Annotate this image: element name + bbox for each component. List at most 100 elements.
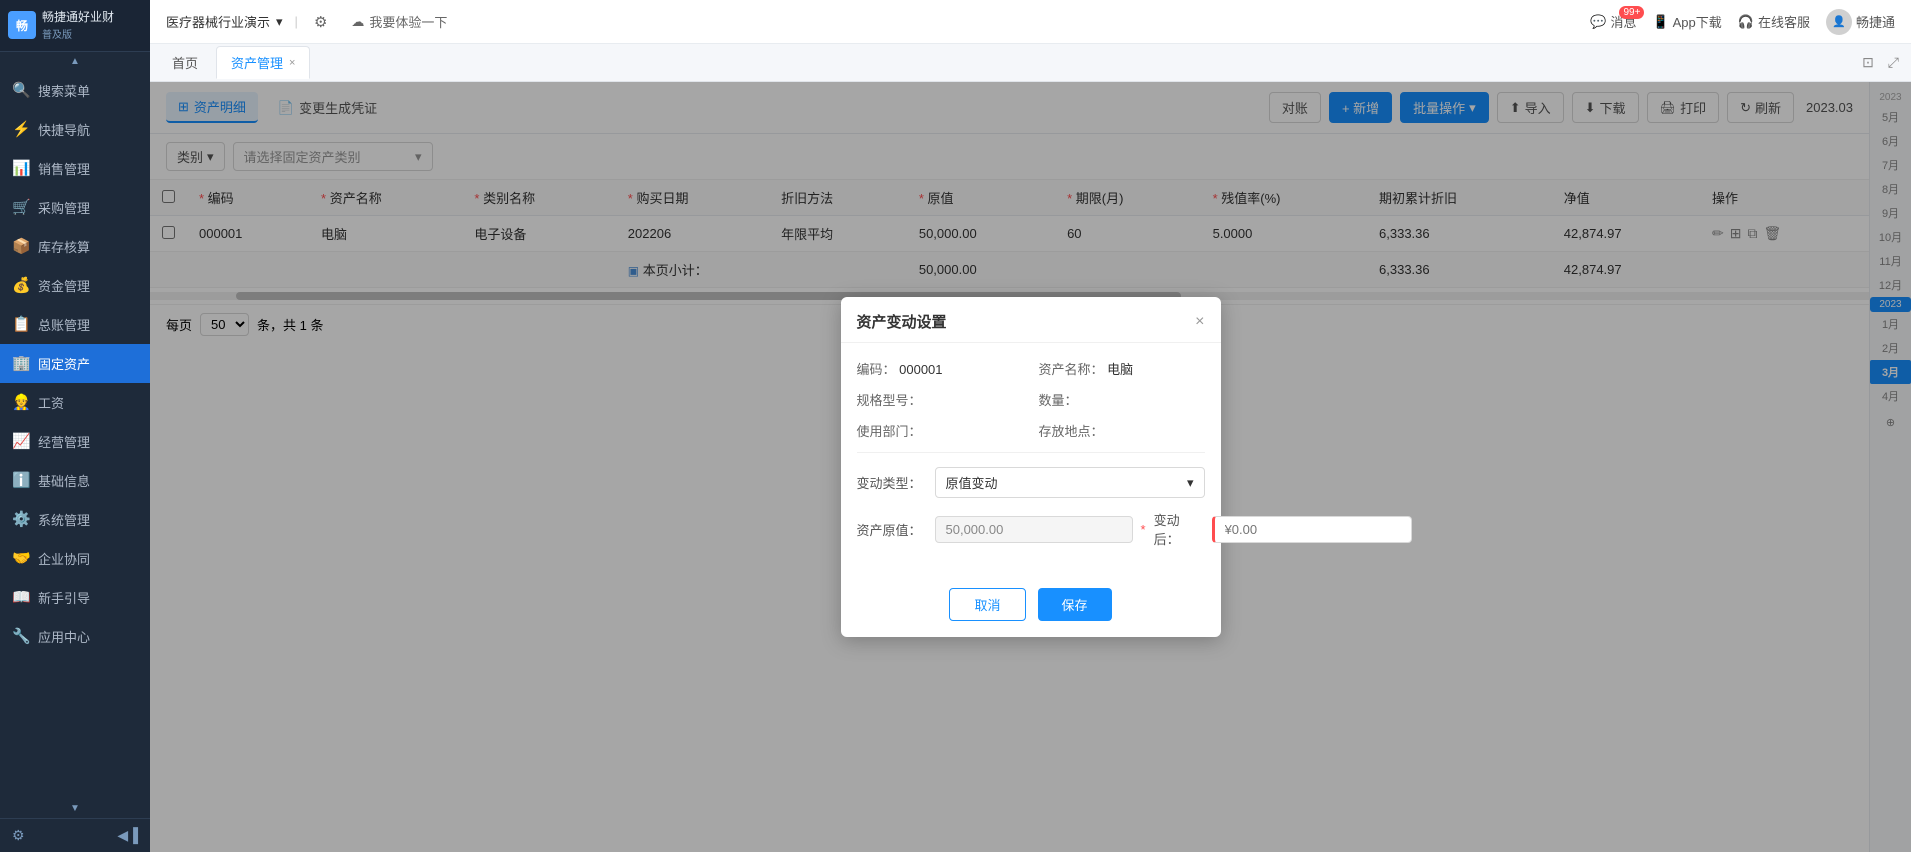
sidebar-item-label: 工资 xyxy=(38,393,64,412)
app-center-icon: 🔧 xyxy=(12,627,30,645)
feedback-btn[interactable]: ☁ 我要体验一下 xyxy=(351,12,447,31)
sidebar-item-quick-nav[interactable]: ⚡ 快捷导航 xyxy=(0,110,150,149)
finance-icon: 💰 xyxy=(12,276,30,294)
topbar-separator: | xyxy=(295,14,298,29)
sidebar-item-sales[interactable]: 📊 销售管理 xyxy=(0,149,150,188)
sidebar-item-finance[interactable]: 💰 资金管理 xyxy=(0,266,150,305)
dialog-info-row1: 编码： 000001 资产名称： 电脑 xyxy=(857,359,1205,378)
sidebar-item-system[interactable]: ⚙️ 系统管理 xyxy=(0,500,150,539)
ledger-icon: 📋 xyxy=(12,315,30,333)
dialog-header: 资产变动设置 × xyxy=(841,297,1221,343)
username: 畅捷通 xyxy=(1856,12,1895,31)
sidebar-nav: 🔍 搜索菜单 ⚡ 快捷导航 📊 销售管理 🛒 采购管理 📦 库存核算 💰 资金管… xyxy=(0,71,150,799)
sidebar-item-fixed-assets[interactable]: 🏢 固定资产 xyxy=(0,344,150,383)
sidebar-scroll-up[interactable]: ▲ xyxy=(0,52,150,71)
sidebar-item-label: 系统管理 xyxy=(38,510,90,529)
sidebar-item-guide[interactable]: 📖 新手引导 xyxy=(0,578,150,617)
sidebar-item-label: 库存核算 xyxy=(38,237,90,256)
sidebar-item-app-center[interactable]: 🔧 应用中心 xyxy=(0,617,150,656)
dialog-required-mark: * xyxy=(1141,522,1146,537)
dialog-location-field: 存放地点： xyxy=(1039,421,1205,440)
tabbar-expand-icon[interactable]: ⤢ xyxy=(1884,50,1903,75)
tabbar-right: ⊡ ⤢ xyxy=(1858,50,1903,75)
save-button[interactable]: 保存 xyxy=(1038,588,1112,621)
dialog-after-change-input[interactable] xyxy=(1212,516,1412,543)
sidebar-item-purchase[interactable]: 🛒 采购管理 xyxy=(0,188,150,227)
collapse-icon[interactable]: ◀▐ xyxy=(117,827,138,844)
sidebar-item-label: 快捷导航 xyxy=(38,120,90,139)
purchase-icon: 🛒 xyxy=(12,198,30,216)
tabbar-window-icon[interactable]: ⊡ xyxy=(1858,50,1878,75)
cancel-button[interactable]: 取消 xyxy=(949,588,1025,621)
sidebar-scroll-down[interactable]: ▼ xyxy=(0,799,150,818)
dialog-original-value-label: 资产原值： xyxy=(857,520,927,539)
sidebar-item-basic-info[interactable]: ℹ️ 基础信息 xyxy=(0,461,150,500)
tab-close-icon[interactable]: × xyxy=(289,57,295,69)
service-label: 在线客服 xyxy=(1758,12,1810,31)
tab-home-label: 首页 xyxy=(172,53,198,72)
collab-icon: 🤝 xyxy=(12,549,30,567)
sidebar-item-ledger[interactable]: 📋 总账管理 xyxy=(0,305,150,344)
dialog-original-value-input[interactable] xyxy=(935,516,1133,543)
dialog-divider xyxy=(857,452,1205,453)
sidebar-item-search[interactable]: 🔍 搜索菜单 xyxy=(0,71,150,110)
avatar: 👤 xyxy=(1826,9,1852,35)
sales-icon: 📊 xyxy=(12,159,30,177)
sidebar-header: 畅 畅捷通好业财 普及版 xyxy=(0,0,150,52)
sidebar-item-label: 搜索菜单 xyxy=(38,81,90,100)
guide-icon: 📖 xyxy=(12,588,30,606)
dialog-body: 编码： 000001 资产名称： 电脑 规格型号： xyxy=(841,343,1221,576)
app-download-label: App下载 xyxy=(1673,12,1722,31)
dialog-spec-label: 规格型号： xyxy=(857,393,922,408)
sidebar-item-label: 资金管理 xyxy=(38,276,90,295)
dialog-change-type-row: 变动类型： 原值变动 ▾ xyxy=(857,467,1205,498)
dialog-value-row: 资产原值： * 变动后： xyxy=(857,510,1205,548)
sidebar-item-collab[interactable]: 🤝 企业协同 xyxy=(0,539,150,578)
dialog-after-change-label: 变动后： xyxy=(1154,510,1204,548)
service-icon: 🎧 xyxy=(1738,14,1754,30)
company-name: 医疗器械行业演示 xyxy=(166,12,270,31)
settings-bottom-icon[interactable]: ⚙ xyxy=(12,827,25,844)
user-menu[interactable]: 👤 畅捷通 xyxy=(1826,9,1895,35)
app-download-btn[interactable]: 📱 App下载 xyxy=(1652,12,1721,31)
tab-asset-management[interactable]: 资产管理 × xyxy=(216,46,310,79)
settings-icon[interactable]: ⚙ xyxy=(314,13,327,31)
content-area: ⊞ 资产明细 📄 变更生成凭证 对账 + 新增 xyxy=(150,82,1911,852)
message-icon: 💬 xyxy=(1590,14,1606,30)
dialog-info-row3: 使用部门： 存放地点： xyxy=(857,421,1205,440)
dialog-asset-name-label: 资产名称： xyxy=(1039,362,1104,377)
dialog-quantity-label: 数量： xyxy=(1039,393,1078,408)
sidebar-item-payroll[interactable]: 👷 工资 xyxy=(0,383,150,422)
sidebar-item-operations[interactable]: 📈 经营管理 xyxy=(0,422,150,461)
dialog-close-button[interactable]: × xyxy=(1195,313,1204,331)
dialog-change-type-label: 变动类型： xyxy=(857,473,927,492)
dialog-code-value: 000001 xyxy=(899,362,942,377)
fixed-assets-icon: 🏢 xyxy=(12,354,30,372)
tab-home[interactable]: 首页 xyxy=(158,47,212,78)
company-dropdown-icon: ▾ xyxy=(276,14,283,30)
dialog-quantity-field: 数量： xyxy=(1039,390,1205,409)
sidebar-item-label: 采购管理 xyxy=(38,198,90,217)
dialog-title: 资产变动设置 xyxy=(857,311,947,332)
dialog-change-type-select[interactable]: 原值变动 ▾ xyxy=(935,467,1205,498)
modal-overlay: 资产变动设置 × 编码： 000001 资产名称： 电脑 xyxy=(150,82,1911,852)
sidebar-bottom: ⚙ ◀▐ xyxy=(0,818,150,852)
app-download-icon: 📱 xyxy=(1652,14,1668,30)
app-logo-icon: 畅 xyxy=(8,11,36,39)
tabbar: 首页 资产管理 × ⊡ ⤢ xyxy=(150,44,1911,82)
dialog-footer: 取消 保存 xyxy=(841,576,1221,637)
basic-info-icon: ℹ️ xyxy=(12,471,30,489)
sidebar: 畅 畅捷通好业财 普及版 ▲ 🔍 搜索菜单 ⚡ 快捷导航 📊 销售管理 🛒 采购… xyxy=(0,0,150,852)
sidebar-item-label: 企业协同 xyxy=(38,549,90,568)
message-badge: 99+ xyxy=(1619,6,1644,19)
dialog-dept-field: 使用部门： xyxy=(857,421,1023,440)
message-btn[interactable]: 💬 消息 99+ xyxy=(1590,12,1636,31)
dialog-location-label: 存放地点： xyxy=(1039,424,1104,439)
company-selector[interactable]: 医疗器械行业演示 ▾ xyxy=(166,12,283,31)
sidebar-item-inventory[interactable]: 📦 库存核算 xyxy=(0,227,150,266)
online-service-btn[interactable]: 🎧 在线客服 xyxy=(1738,12,1810,31)
main-area: 医疗器械行业演示 ▾ | ⚙ ☁ 我要体验一下 💬 消息 99+ 📱 App下载… xyxy=(150,0,1911,852)
search-icon: 🔍 xyxy=(12,81,30,99)
dialog-asset-name-value: 电脑 xyxy=(1107,362,1133,377)
sidebar-item-label: 新手引导 xyxy=(38,588,90,607)
